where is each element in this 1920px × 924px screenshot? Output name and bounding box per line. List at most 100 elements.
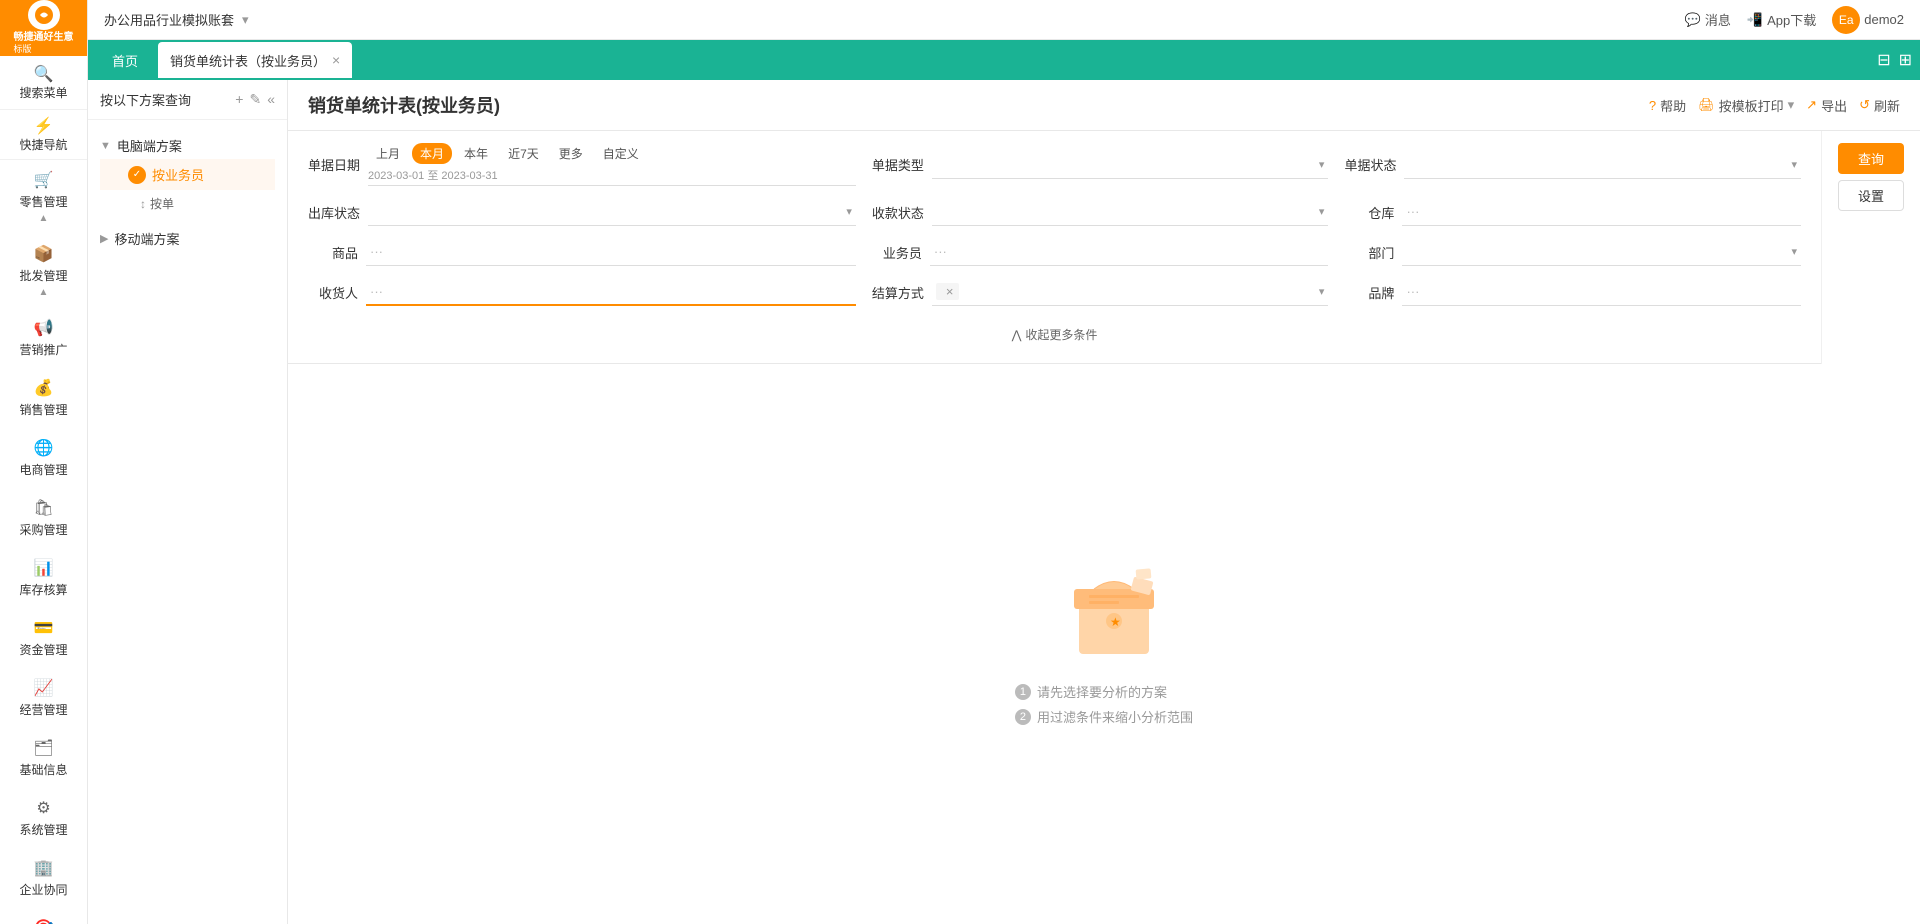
date-tab-prev-month[interactable]: 上月 [368,143,408,164]
filter-fields-area: 单据日期 上月 本月 本年 近7天 更多 自定义 [288,131,1821,364]
main-area: 办公用品行业模拟账套 ▾ 💬 消息 📲 App下载 Ea demo2 首页 销货… [88,0,1920,924]
date-tab-custom[interactable]: 自定义 [595,143,647,164]
doc-type-dropdown-icon: ▾ [1319,158,1325,171]
template-print-btn[interactable]: 🖨 按模板打印 ▾ [1698,96,1794,115]
sidebar-item-inventory[interactable]: 📊 库存核算 [0,548,87,608]
sidebar-search[interactable]: 🔍 搜索菜单 [0,56,87,110]
filter-dept-field: 部门 ▾ [1344,238,1801,266]
tab-minimize-btn[interactable]: ⊟ [1877,50,1890,70]
date-tab-cur-month[interactable]: 本月 [412,143,452,164]
group-collapse-icon: ▼ [100,140,111,152]
salesman-input[interactable]: ··· [930,238,1329,266]
sidebar-item-marketing[interactable]: 📢 营销推广 [0,308,87,368]
doc-status-dropdown-icon: ▾ [1791,158,1797,171]
goods-input[interactable]: ··· [366,238,856,266]
sidebar-item-basic[interactable]: 🗂 基础信息 [0,728,87,788]
active-scheme-dot: ✓ [128,166,146,184]
filter-row-3: 商品 ··· 业务员 ··· [308,238,1801,266]
filter-and-actions: 单据日期 上月 本月 本年 近7天 更多 自定义 [288,131,1920,364]
filter-row-4: 收货人 ··· 结算方式 × [308,278,1801,306]
message-btn[interactable]: 💬 消息 [1685,10,1731,29]
user-info[interactable]: Ea demo2 [1832,6,1904,34]
sidebar-item-system[interactable]: ⚙ 系统管理 [0,788,87,848]
sidebar-item-enterprise[interactable]: 🏢 企业协同 [0,848,87,908]
left-panel-title: 按以下方案查询 [100,90,191,109]
empty-text-list: 请先选择要分析的方案 用过滤条件来缩小分析范围 [1015,679,1193,729]
receiver-input[interactable]: ··· [366,278,856,306]
filter-receiver-field: 收货人 ··· [308,278,856,306]
sidebar-item-sales[interactable]: 💰 销售管理 [0,368,87,428]
sidebar-item-retail[interactable]: 🛒 零售管理 ▲ [0,160,87,234]
marketing-icon: 📢 [34,318,54,338]
app-download-btn[interactable]: 📲 App下载 [1747,10,1816,29]
help-btn[interactable]: ? 帮助 [1649,96,1686,115]
tab-home[interactable]: 首页 [96,40,154,80]
settle-input[interactable]: × ▾ [932,278,1329,306]
sidebar-logo: 畅捷通好生意标版 [0,0,88,56]
brand-input[interactable]: ··· [1402,278,1801,306]
collapse-btn[interactable]: ⋀ 收起更多条件 [1012,326,1098,343]
settle-label: 结算方式 [872,283,924,302]
export-btn[interactable]: ↗ 导出 [1806,96,1847,115]
page-actions: ? 帮助 🖨 按模板打印 ▾ ↗ 导出 ↺ 刷新 [1649,96,1900,115]
date-tab-cur-year[interactable]: 本年 [456,143,496,164]
filter-doc-status-field: 单据状态 ▾ [1344,151,1801,179]
setting-btn[interactable]: 设置 [1838,180,1904,211]
date-tab-more[interactable]: 更多 [551,143,591,164]
desktop-group: ▼ 电脑端方案 ✓ 按业务员 ↕ 按单 [88,126,287,223]
receive-status-label: 收款状态 [872,203,924,222]
sidebar-quick-nav[interactable]: ⚡ 快捷导航 [0,110,87,160]
salesman-label: 业务员 [872,243,922,262]
warehouse-label: 仓库 [1344,203,1394,222]
scheme-item-salesman[interactable]: ✓ 按业务员 [100,159,275,190]
receiver-dots: ··· [370,284,383,299]
top-header: 办公用品行业模拟账套 ▾ 💬 消息 📲 App下载 Ea demo2 [88,0,1920,40]
filter-row-1: 单据日期 上月 本月 本年 近7天 更多 自定义 [308,143,1801,186]
doc-status-input[interactable]: ▾ [1404,151,1801,179]
print-dropdown-icon[interactable]: ▾ [1788,97,1795,113]
print-icon: 🖨 [1698,97,1715,113]
scheme-subitem-order[interactable]: ↕ 按单 [100,190,275,217]
out-status-label: 出库状态 [308,203,360,222]
tab-bar-actions: ⊟ ⊞ [1877,50,1912,70]
warehouse-input[interactable]: ··· [1402,198,1801,226]
desktop-group-title[interactable]: ▼ 电脑端方案 [100,132,275,159]
filter-date-field: 单据日期 上月 本月 本年 近7天 更多 自定义 [308,143,856,186]
sidebar-item-purchase[interactable]: 🛍 采购管理 [0,488,87,548]
settle-tag-close[interactable]: × [946,284,954,299]
query-btn[interactable]: 查询 [1838,143,1904,174]
inventory-icon: 📊 [34,558,54,578]
receive-status-input[interactable]: ▾ [932,198,1329,226]
finance-icon: 💳 [34,618,54,638]
filter-area: 单据日期 上月 本月 本年 近7天 更多 自定义 [288,131,1821,364]
sidebar-item-wholesale[interactable]: 📦 批发管理 ▲ [0,234,87,308]
tab-active[interactable]: 销货单统计表（按业务员） × [158,42,352,78]
date-tab-7days[interactable]: 近7天 [500,143,547,164]
edit-scheme-btn[interactable]: ✎ [249,91,261,108]
system-icon: ⚙ [36,798,50,818]
filter-row-2: 出库状态 ▾ 收款状态 ▾ [308,198,1801,226]
filter-warehouse-field: 仓库 ··· [1344,198,1801,226]
dept-input[interactable]: ▾ [1402,238,1801,266]
dept-label: 部门 [1344,243,1394,262]
filter-receive-status-field: 收款状态 ▾ [872,198,1329,226]
filter-out-status-field: 出库状态 ▾ [308,198,856,226]
empty-hint-2: 用过滤条件来缩小分析范围 [1015,704,1193,729]
sidebar-item-operations[interactable]: 📈 经营管理 [0,668,87,728]
collapse-panel-btn[interactable]: « [267,91,275,108]
doc-type-input[interactable]: ▾ [932,151,1329,179]
sidebar-item-new-guide[interactable]: 🎯 新手引导 [0,908,87,924]
sidebar-item-ecommerce[interactable]: 🌐 电商管理 [0,428,87,488]
industry-dropdown-icon[interactable]: ▾ [242,12,249,28]
warehouse-dots: ··· [1406,204,1419,219]
left-panel: 按以下方案查询 + ✎ « ▼ 电脑端方案 ✓ 按业务员 [88,80,288,924]
add-scheme-btn[interactable]: + [235,91,243,108]
tab-maximize-btn[interactable]: ⊞ [1899,50,1912,70]
out-status-input[interactable]: ▾ [368,198,856,226]
refresh-btn[interactable]: ↺ 刷新 [1859,96,1900,115]
tab-close-btn[interactable]: × [332,52,340,68]
avatar: Ea [1832,6,1860,34]
sidebar-item-finance[interactable]: 💳 资金管理 [0,608,87,668]
industry-name: 办公用品行业模拟账套 [104,10,234,29]
mobile-group[interactable]: ▶ 移动端方案 [88,223,287,254]
